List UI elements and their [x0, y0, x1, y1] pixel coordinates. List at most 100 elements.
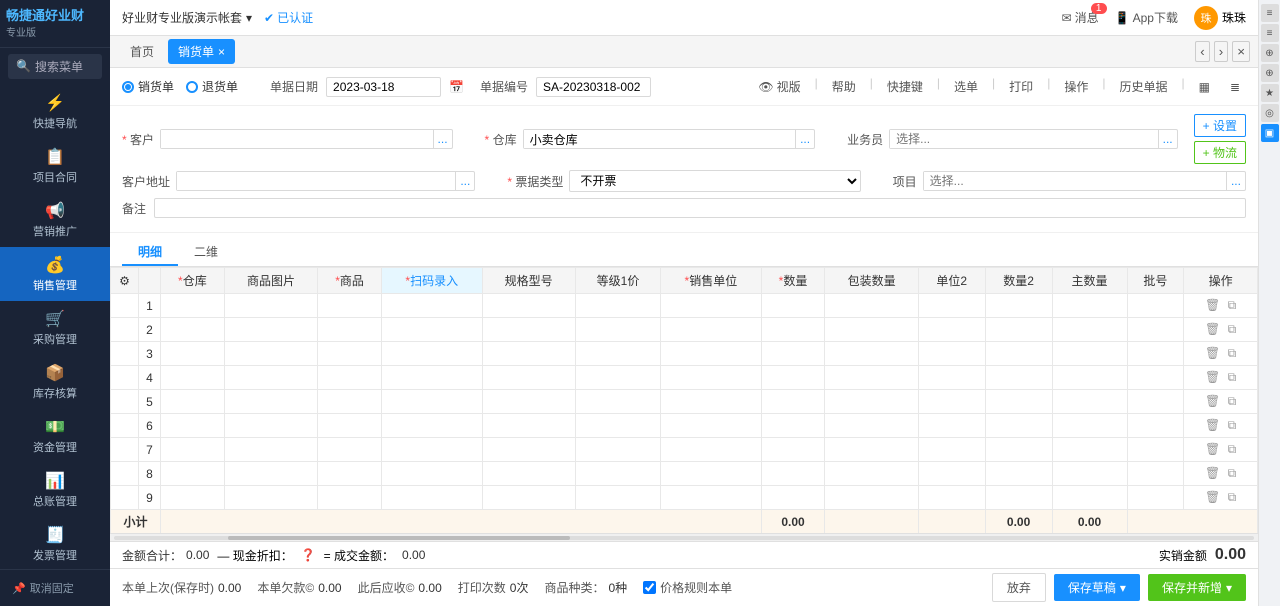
- sidebar-item-invoice[interactable]: 🧾 发票管理: [0, 517, 110, 569]
- radio-sale-order[interactable]: 销货单: [122, 78, 174, 95]
- row-scan-7[interactable]: [381, 438, 482, 462]
- sidebar-item-marketing[interactable]: 📢 营销推广: [0, 193, 110, 247]
- row-product-8[interactable]: [318, 462, 382, 486]
- row-price-8[interactable]: [575, 462, 660, 486]
- row-warehouse-7[interactable]: [161, 438, 225, 462]
- row-qty2-1[interactable]: [985, 294, 1052, 318]
- row-main-qty-5[interactable]: [1052, 390, 1127, 414]
- row-warehouse-9[interactable]: [161, 486, 225, 510]
- row-unit2-9[interactable]: [918, 486, 985, 510]
- row-copy-6[interactable]: ⧉: [1226, 418, 1239, 433]
- sidebar-item-sales[interactable]: 💰 销售管理: [0, 247, 110, 301]
- row-spec-5[interactable]: [482, 390, 575, 414]
- row-main-qty-9[interactable]: [1052, 486, 1127, 510]
- customer-select-btn[interactable]: ...: [433, 130, 452, 148]
- radio-return-order[interactable]: 退货单: [186, 78, 238, 95]
- sidebar-item-purchase[interactable]: 🛒 采购管理: [0, 301, 110, 355]
- row-qty-4[interactable]: [761, 366, 825, 390]
- row-delete-1[interactable]: 🗑: [1203, 298, 1222, 312]
- view-button[interactable]: 👁 视版: [752, 76, 806, 97]
- row-copy-2[interactable]: ⧉: [1226, 322, 1239, 337]
- calendar-icon[interactable]: 📅: [449, 80, 464, 94]
- row-spec-9[interactable]: [482, 486, 575, 510]
- th-scan-entry[interactable]: *扫码录入: [381, 268, 482, 294]
- row-unit2-8[interactable]: [918, 462, 985, 486]
- row-warehouse-2[interactable]: [161, 318, 225, 342]
- row-unit-6[interactable]: [661, 414, 762, 438]
- row-copy-4[interactable]: ⧉: [1226, 370, 1239, 385]
- row-product-2[interactable]: [318, 318, 382, 342]
- warehouse-select-btn[interactable]: ...: [795, 130, 814, 148]
- row-main-qty-8[interactable]: [1052, 462, 1127, 486]
- row-price-5[interactable]: [575, 390, 660, 414]
- row-pkg-7[interactable]: [825, 438, 918, 462]
- project-select-btn[interactable]: ...: [1226, 172, 1245, 190]
- row-unit-1[interactable]: [661, 294, 762, 318]
- row-warehouse-3[interactable]: [161, 342, 225, 366]
- row-product-4[interactable]: [318, 366, 382, 390]
- right-btn-5[interactable]: ★: [1261, 84, 1279, 102]
- company-selector[interactable]: 好业财专业版演示帐套 ▾: [122, 9, 252, 26]
- horizontal-scrollbar[interactable]: [110, 533, 1258, 541]
- row-price-7[interactable]: [575, 438, 660, 462]
- row-qty2-3[interactable]: [985, 342, 1052, 366]
- tab-sales-order[interactable]: 销货单 ×: [168, 39, 235, 64]
- row-batch-8[interactable]: [1127, 462, 1184, 486]
- row-warehouse-4[interactable]: [161, 366, 225, 390]
- row-unit2-7[interactable]: [918, 438, 985, 462]
- row-delete-2[interactable]: 🗑: [1203, 322, 1222, 336]
- th-settings[interactable]: ⚙: [111, 268, 139, 294]
- sidebar-item-project[interactable]: 📋 项目合同: [0, 139, 110, 193]
- row-delete-9[interactable]: 🗑: [1203, 490, 1222, 504]
- salesperson-input[interactable]: [890, 130, 1158, 148]
- row-delete-5[interactable]: 🗑: [1203, 394, 1222, 408]
- search-menu-button[interactable]: 🔍 搜索菜单: [8, 54, 102, 79]
- tab-2d[interactable]: 二维: [178, 239, 234, 266]
- row-copy-7[interactable]: ⧉: [1226, 442, 1239, 457]
- row-qty-1[interactable]: [761, 294, 825, 318]
- row-product-3[interactable]: [318, 342, 382, 366]
- row-warehouse-1[interactable]: [161, 294, 225, 318]
- row-pkg-6[interactable]: [825, 414, 918, 438]
- row-unit2-2[interactable]: [918, 318, 985, 342]
- invoice-select[interactable]: 不开票: [569, 170, 860, 192]
- row-main-qty-7[interactable]: [1052, 438, 1127, 462]
- row-price-3[interactable]: [575, 342, 660, 366]
- project-input[interactable]: [924, 172, 1226, 190]
- row-product-1[interactable]: [318, 294, 382, 318]
- row-qty-9[interactable]: [761, 486, 825, 510]
- row-main-qty-2[interactable]: [1052, 318, 1127, 342]
- unpin-button[interactable]: 📌 取消固定: [8, 576, 102, 600]
- row-product-7[interactable]: [318, 438, 382, 462]
- row-pkg-1[interactable]: [825, 294, 918, 318]
- row-qty2-2[interactable]: [985, 318, 1052, 342]
- row-spec-1[interactable]: [482, 294, 575, 318]
- row-qty2-6[interactable]: [985, 414, 1052, 438]
- row-pkg-2[interactable]: [825, 318, 918, 342]
- note-input[interactable]: [154, 198, 1246, 218]
- settings-button[interactable]: + 设置: [1194, 114, 1246, 137]
- price-check-checkbox[interactable]: [643, 581, 656, 594]
- row-warehouse-6[interactable]: [161, 414, 225, 438]
- row-scan-6[interactable]: [381, 414, 482, 438]
- row-scan-3[interactable]: [381, 342, 482, 366]
- row-qty-3[interactable]: [761, 342, 825, 366]
- grid-view-btn[interactable]: ▦: [1193, 76, 1216, 97]
- scrollbar-thumb[interactable]: [228, 536, 570, 540]
- row-unit2-5[interactable]: [918, 390, 985, 414]
- select-button[interactable]: 选单: [948, 76, 984, 97]
- row-main-qty-3[interactable]: [1052, 342, 1127, 366]
- history-button[interactable]: 历史单据: [1113, 76, 1173, 97]
- address-select-btn[interactable]: ...: [455, 172, 474, 190]
- row-qty2-9[interactable]: [985, 486, 1052, 510]
- row-qty-8[interactable]: [761, 462, 825, 486]
- help-button[interactable]: 帮助: [826, 76, 862, 97]
- row-product-6[interactable]: [318, 414, 382, 438]
- row-unit2-1[interactable]: [918, 294, 985, 318]
- row-scan-2[interactable]: [381, 318, 482, 342]
- row-qty-6[interactable]: [761, 414, 825, 438]
- row-main-qty-4[interactable]: [1052, 366, 1127, 390]
- row-pkg-5[interactable]: [825, 390, 918, 414]
- row-scan-5[interactable]: [381, 390, 482, 414]
- row-delete-3[interactable]: 🗑: [1203, 346, 1222, 360]
